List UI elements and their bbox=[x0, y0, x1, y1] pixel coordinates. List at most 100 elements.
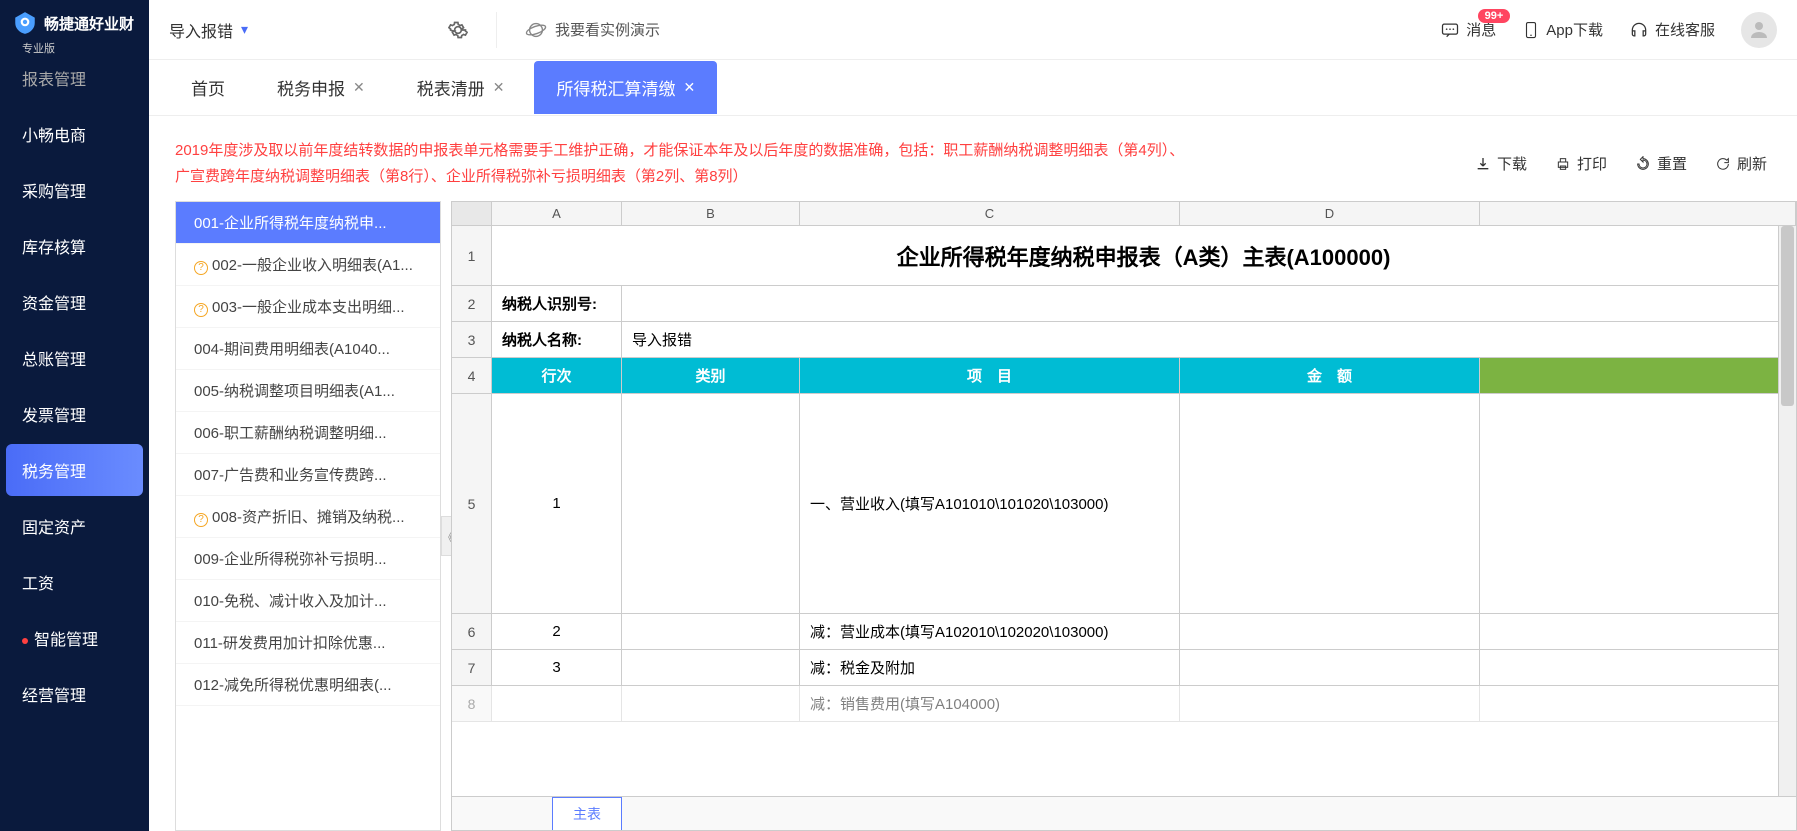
cell-c5[interactable]: 一、营业收入(填写A101010\101020\103000) bbox=[800, 394, 1180, 613]
tree-item-001[interactable]: 001-企业所得税年度纳税申... bbox=[176, 202, 440, 244]
header-rownum[interactable]: 行次 bbox=[492, 358, 622, 393]
nav-reports[interactable]: 报表管理 bbox=[0, 62, 149, 106]
row-header[interactable]: 2 bbox=[452, 286, 492, 321]
tab-income-tax[interactable]: 所得税汇算清缴✕ bbox=[534, 61, 717, 114]
print-button[interactable]: 打印 bbox=[1555, 153, 1607, 174]
header-item[interactable]: 项 目 bbox=[800, 358, 1180, 393]
nav-tax[interactable]: 税务管理 bbox=[6, 444, 143, 496]
cell-b8[interactable] bbox=[622, 686, 800, 721]
sheet-row-7: 7 3 减：税金及附加 bbox=[452, 650, 1796, 686]
messages-button[interactable]: 消息 99+ bbox=[1440, 19, 1496, 40]
cell-b7[interactable] bbox=[622, 650, 800, 685]
row-header[interactable]: 1 bbox=[452, 226, 492, 285]
tree-item-003[interactable]: ?003-一般企业成本支出明细... bbox=[176, 286, 440, 328]
cell-b5[interactable] bbox=[622, 394, 800, 613]
nav-business[interactable]: 经营管理 bbox=[0, 666, 149, 722]
cell-b6[interactable] bbox=[622, 614, 800, 649]
close-icon[interactable]: ✕ bbox=[493, 79, 505, 96]
row-header[interactable]: 3 bbox=[452, 322, 492, 357]
sheet-row-8: 8 减：销售费用(填写A104000) bbox=[452, 686, 1796, 722]
row-header[interactable]: 7 bbox=[452, 650, 492, 685]
taxpayer-id-value[interactable] bbox=[622, 286, 1796, 321]
nav-inventory[interactable]: 库存核算 bbox=[0, 218, 149, 274]
row-header[interactable]: 8 bbox=[452, 686, 492, 721]
nav-funds[interactable]: 资金管理 bbox=[0, 274, 149, 330]
tab-tax-declare[interactable]: 税务申报✕ bbox=[255, 61, 387, 114]
download-icon bbox=[1475, 156, 1491, 172]
taxpayer-id-label[interactable]: 纳税人识别号: bbox=[492, 286, 622, 321]
cell-c7[interactable]: 减：税金及附加 bbox=[800, 650, 1180, 685]
row-header[interactable]: 4 bbox=[452, 358, 492, 393]
download-button[interactable]: 下载 bbox=[1475, 153, 1527, 174]
nav-purchase[interactable]: 采购管理 bbox=[0, 162, 149, 218]
demo-link[interactable]: 我要看实例演示 bbox=[525, 19, 660, 41]
cell-d5[interactable] bbox=[1180, 394, 1480, 613]
reset-button[interactable]: 重置 bbox=[1635, 153, 1687, 174]
avatar[interactable] bbox=[1741, 12, 1777, 48]
tree-item-007[interactable]: 007-广告费和业务宣传费跨... bbox=[176, 454, 440, 496]
sheet-footer: 主表 bbox=[452, 796, 1796, 830]
scrollbar-thumb[interactable] bbox=[1781, 226, 1794, 406]
row-header[interactable]: 5 bbox=[452, 394, 492, 613]
customer-service-button[interactable]: 在线客服 bbox=[1629, 19, 1715, 40]
tree-item-006[interactable]: 006-职工薪酬纳税调整明细... bbox=[176, 412, 440, 454]
close-icon[interactable]: ✕ bbox=[683, 79, 695, 96]
nav-smart[interactable]: 智能管理 bbox=[0, 610, 149, 666]
close-icon[interactable]: ✕ bbox=[353, 79, 365, 96]
col-header-d[interactable]: D bbox=[1180, 202, 1480, 225]
project-selector[interactable]: 导入报错 ▾ bbox=[169, 18, 428, 42]
cell-c6[interactable]: 减：营业成本(填写A102010\102020\103000) bbox=[800, 614, 1180, 649]
cell-d6[interactable] bbox=[1180, 614, 1480, 649]
cell-e8[interactable] bbox=[1480, 686, 1796, 721]
nav-ledger[interactable]: 总账管理 bbox=[0, 330, 149, 386]
header-amount[interactable]: 金 额 bbox=[1180, 358, 1480, 393]
nav-ecommerce[interactable]: 小畅电商 bbox=[0, 106, 149, 162]
nav-assets[interactable]: 固定资产 bbox=[0, 498, 149, 554]
cell-d8[interactable] bbox=[1180, 686, 1480, 721]
toolbar: 2019年度涉及取以前年度结转数据的申报表单元格需要手工维护正确，才能保证本年及… bbox=[149, 116, 1797, 201]
refresh-button[interactable]: 刷新 bbox=[1715, 153, 1767, 174]
brand-logo: 畅捷通好业财 bbox=[0, 0, 149, 40]
tree-item-008[interactable]: ?008-资产折旧、摊销及纳税... bbox=[176, 496, 440, 538]
sheet-tab-main[interactable]: 主表 bbox=[552, 797, 622, 830]
header-category[interactable]: 类别 bbox=[622, 358, 800, 393]
cell-e5[interactable] bbox=[1480, 394, 1796, 613]
sheet-row-3: 3 纳税人名称: 导入报错 bbox=[452, 322, 1796, 358]
tree-item-010[interactable]: 010-免税、减计收入及加计... bbox=[176, 580, 440, 622]
tree-item-005[interactable]: 005-纳税调整项目明细表(A1... bbox=[176, 370, 440, 412]
tab-tax-register[interactable]: 税表清册✕ bbox=[395, 61, 527, 114]
cell-c8[interactable]: 减：销售费用(填写A104000) bbox=[800, 686, 1180, 721]
cell-a7[interactable]: 3 bbox=[492, 650, 622, 685]
sidebar: 畅捷通好业财 专业版 报表管理 小畅电商 采购管理 库存核算 资金管理 总账管理… bbox=[0, 0, 149, 831]
col-header-a[interactable]: A bbox=[492, 202, 622, 225]
cell-a6[interactable]: 2 bbox=[492, 614, 622, 649]
tree-item-011[interactable]: 011-研发费用加计扣除优惠... bbox=[176, 622, 440, 664]
gear-icon[interactable] bbox=[448, 20, 468, 40]
col-header-c[interactable]: C bbox=[800, 202, 1180, 225]
col-header-b[interactable]: B bbox=[622, 202, 800, 225]
tree-item-012[interactable]: 012-减免所得税优惠明细表(... bbox=[176, 664, 440, 706]
tree-item-002[interactable]: ?002-一般企业收入明细表(A1... bbox=[176, 244, 440, 286]
select-all-corner[interactable] bbox=[452, 202, 492, 225]
vertical-scrollbar[interactable] bbox=[1778, 226, 1796, 796]
warn-icon: ? bbox=[194, 513, 208, 527]
cell-a8[interactable] bbox=[492, 686, 622, 721]
warn-icon: ? bbox=[194, 261, 208, 275]
warn-icon: ? bbox=[194, 303, 208, 317]
taxpayer-name-label[interactable]: 纳税人名称: bbox=[492, 322, 622, 357]
app-download-button[interactable]: App下载 bbox=[1522, 19, 1603, 40]
cell-e6[interactable] bbox=[1480, 614, 1796, 649]
cell-e7[interactable] bbox=[1480, 650, 1796, 685]
row-header[interactable]: 6 bbox=[452, 614, 492, 649]
tree-item-004[interactable]: 004-期间费用明细表(A1040... bbox=[176, 328, 440, 370]
sheet-title[interactable]: 企业所得税年度纳税申报表（A类）主表(A100000) bbox=[492, 226, 1796, 285]
col-header-e[interactable] bbox=[1480, 202, 1796, 225]
cell-a5[interactable]: 1 bbox=[492, 394, 622, 613]
header-extra[interactable] bbox=[1480, 358, 1796, 393]
tab-home[interactable]: 首页 bbox=[169, 61, 247, 114]
tree-item-009[interactable]: 009-企业所得税弥补亏损明... bbox=[176, 538, 440, 580]
nav-salary[interactable]: 工资 bbox=[0, 554, 149, 610]
nav-invoice[interactable]: 发票管理 bbox=[0, 386, 149, 442]
cell-d7[interactable] bbox=[1180, 650, 1480, 685]
taxpayer-name-value[interactable]: 导入报错 bbox=[622, 322, 1796, 357]
